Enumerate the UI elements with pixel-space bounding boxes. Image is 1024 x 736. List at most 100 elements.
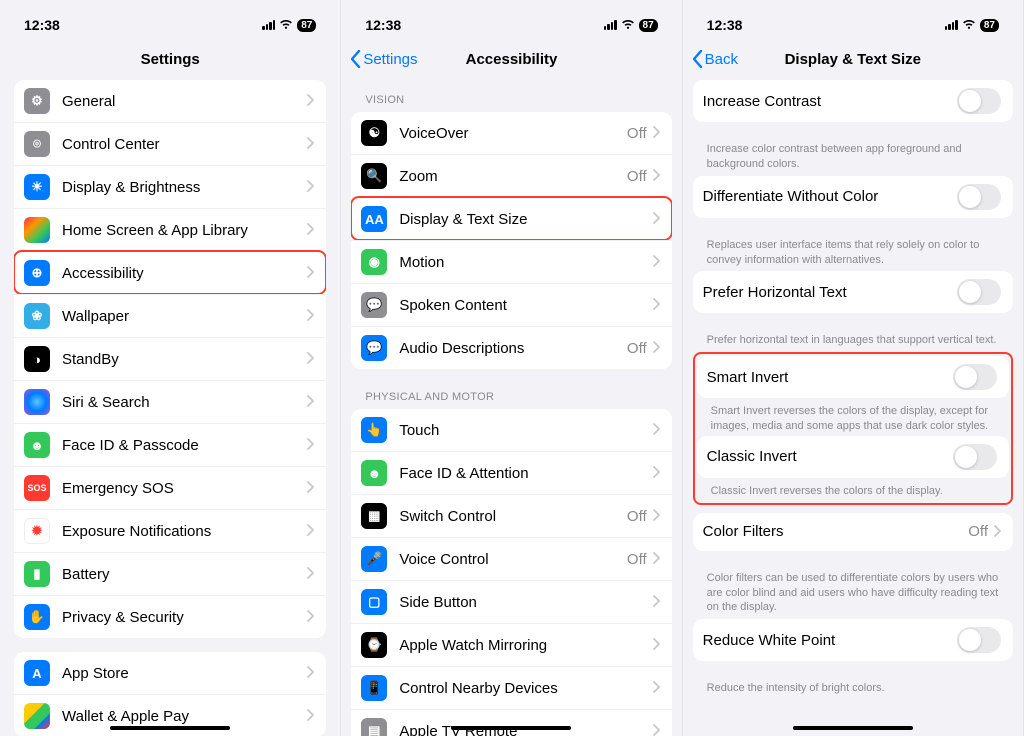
status-right: 87 xyxy=(604,17,658,33)
row-label: Differentiate Without Color xyxy=(703,188,957,205)
chevron-right-icon xyxy=(994,524,1001,540)
switch-control-icon: ▦ xyxy=(361,503,387,529)
display-text-size-icon: AA xyxy=(361,206,387,232)
row-label: Prefer Horizontal Text xyxy=(703,284,957,301)
row-prefer-horizontal-text[interactable]: Prefer Horizontal Text xyxy=(693,271,1013,313)
row-label: Face ID & Attention xyxy=(399,465,652,482)
row-color-filters[interactable]: Color Filters Off xyxy=(693,513,1013,551)
chevron-right-icon xyxy=(307,222,314,238)
row-label: Control Nearby Devices xyxy=(399,680,652,697)
footer-prefer-horizontal-text: Prefer horizontal text in languages that… xyxy=(693,327,1013,352)
chevron-right-icon xyxy=(307,308,314,324)
home-indicator[interactable] xyxy=(451,726,571,730)
row-siri-search[interactable]: Siri & Search xyxy=(14,380,326,423)
motion-icon: ◉ xyxy=(361,249,387,275)
chevron-right-icon xyxy=(653,465,660,481)
row-motion[interactable]: ◉ Motion xyxy=(351,240,671,283)
toggle-classic-invert[interactable] xyxy=(953,444,997,470)
chevron-right-icon xyxy=(653,125,660,141)
row-exposure-notifications[interactable]: ✹ Exposure Notifications xyxy=(14,509,326,552)
back-label: Settings xyxy=(363,51,417,68)
row-label: Smart Invert xyxy=(707,369,953,386)
faceid-attention-icon: ☻ xyxy=(361,460,387,486)
status-bar: 12:38 87 xyxy=(0,0,340,38)
row-spoken-content[interactable]: 💬 Spoken Content xyxy=(351,283,671,326)
row-apple-tv-remote[interactable]: ▤ Apple TV Remote xyxy=(351,709,671,736)
home-indicator[interactable] xyxy=(793,726,913,730)
row-label: Wallpaper xyxy=(62,308,307,325)
back-button[interactable]: Back xyxy=(693,50,738,68)
row-battery[interactable]: ▮ Battery xyxy=(14,552,326,595)
row-privacy-security[interactable]: ✋ Privacy & Security xyxy=(14,595,326,638)
row-faceid-passcode[interactable]: ☻ Face ID & Passcode xyxy=(14,423,326,466)
row-display-text-size[interactable]: AA Display & Text Size xyxy=(351,197,671,240)
row-voice-control[interactable]: 🎤 Voice Control Off xyxy=(351,537,671,580)
toggle-reduce-white-point[interactable] xyxy=(957,627,1001,653)
page-title: Display & Text Size xyxy=(785,51,921,68)
toggle-differentiate-without-color[interactable] xyxy=(957,184,1001,210)
nav-header: Settings xyxy=(0,38,340,80)
status-bar: 12:38 87 xyxy=(683,0,1023,38)
control-nearby-devices-icon: 📱 xyxy=(361,675,387,701)
back-button[interactable]: Settings xyxy=(351,50,417,68)
row-classic-invert[interactable]: Classic Invert xyxy=(697,436,1009,478)
row-differentiate-without-color[interactable]: Differentiate Without Color xyxy=(693,176,1013,218)
row-touch[interactable]: 👆 Touch xyxy=(351,409,671,451)
footer-classic-invert: Classic Invert reverses the colors of th… xyxy=(697,478,1009,501)
row-voiceover[interactable]: ☯ VoiceOver Off xyxy=(351,112,671,154)
row-accessibility[interactable]: ⊕ Accessibility xyxy=(14,251,326,294)
chevron-right-icon xyxy=(307,566,314,582)
row-smart-invert[interactable]: Smart Invert xyxy=(697,356,1009,398)
settings-group-1: ⚙ General ⌾ Control Center ☀ Display & B… xyxy=(14,80,326,638)
row-app-store[interactable]: A App Store xyxy=(14,652,326,694)
row-faceid-attention[interactable]: ☻ Face ID & Attention xyxy=(351,451,671,494)
toggle-smart-invert[interactable] xyxy=(953,364,997,390)
wifi-icon xyxy=(279,17,293,33)
row-display-brightness[interactable]: ☀ Display & Brightness xyxy=(14,165,326,208)
chevron-right-icon xyxy=(653,168,660,184)
toggle-increase-contrast[interactable] xyxy=(957,88,1001,114)
toggle-prefer-horizontal-text[interactable] xyxy=(957,279,1001,305)
footer-reduce-white-point: Reduce the intensity of bright colors. xyxy=(693,675,1013,700)
wifi-icon xyxy=(621,17,635,33)
chevron-right-icon xyxy=(653,723,660,736)
screen-accessibility: 12:38 87 Settings Accessibility VISION ☯… xyxy=(341,0,682,736)
standby-icon: ◑ xyxy=(24,346,50,372)
row-standby[interactable]: ◑ StandBy xyxy=(14,337,326,380)
row-control-nearby-devices[interactable]: 📱 Control Nearby Devices xyxy=(351,666,671,709)
exposure-notifications-icon: ✹ xyxy=(24,518,50,544)
row-switch-control[interactable]: ▦ Switch Control Off xyxy=(351,494,671,537)
vision-group: ☯ VoiceOver Off 🔍 Zoom Off AA Display & … xyxy=(351,112,671,369)
zoom-icon: 🔍 xyxy=(361,163,387,189)
row-value: Off xyxy=(627,125,647,142)
row-label: Side Button xyxy=(399,594,652,611)
row-audio-descriptions[interactable]: 💬 Audio Descriptions Off xyxy=(351,326,671,369)
cellular-icon xyxy=(604,20,617,30)
list-prefer-horizontal-text: Prefer Horizontal Text xyxy=(693,271,1013,313)
chevron-right-icon xyxy=(653,680,660,696)
row-label: Emergency SOS xyxy=(62,480,307,497)
cellular-icon xyxy=(945,20,958,30)
row-reduce-white-point[interactable]: Reduce White Point xyxy=(693,619,1013,661)
row-zoom[interactable]: 🔍 Zoom Off xyxy=(351,154,671,197)
row-label: Wallet & Apple Pay xyxy=(62,708,307,725)
status-bar: 12:38 87 xyxy=(341,0,681,38)
row-side-button[interactable]: ▢ Side Button xyxy=(351,580,671,623)
row-label: Accessibility xyxy=(62,265,307,282)
row-apple-watch-mirroring[interactable]: ⌚ Apple Watch Mirroring xyxy=(351,623,671,666)
row-home-screen[interactable]: Home Screen & App Library xyxy=(14,208,326,251)
row-label: Battery xyxy=(62,566,307,583)
invert-highlight-block: Smart Invert Smart Invert reverses the c… xyxy=(693,352,1013,505)
home-indicator[interactable] xyxy=(110,726,230,730)
row-general[interactable]: ⚙ General xyxy=(14,80,326,122)
row-wallpaper[interactable]: ❀ Wallpaper xyxy=(14,294,326,337)
row-label: App Store xyxy=(62,665,307,682)
row-emergency-sos[interactable]: SOS Emergency SOS xyxy=(14,466,326,509)
touch-icon: 👆 xyxy=(361,417,387,443)
general-icon: ⚙ xyxy=(24,88,50,114)
row-control-center[interactable]: ⌾ Control Center xyxy=(14,122,326,165)
faceid-passcode-icon: ☻ xyxy=(24,432,50,458)
display-brightness-icon: ☀ xyxy=(24,174,50,200)
row-increase-contrast[interactable]: Increase Contrast xyxy=(693,80,1013,122)
chevron-right-icon xyxy=(307,437,314,453)
